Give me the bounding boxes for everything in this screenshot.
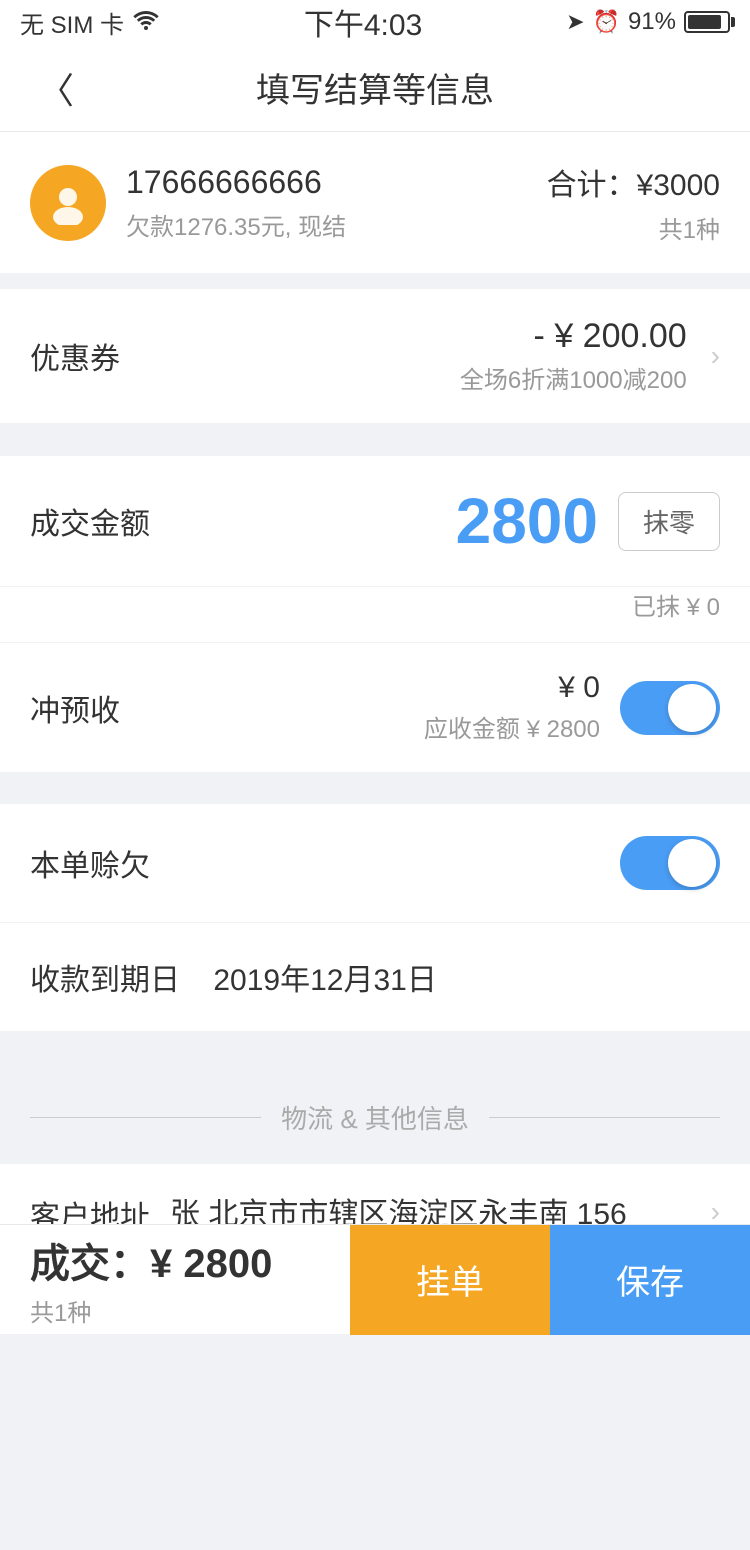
status-left: 无 SIM 卡	[20, 5, 160, 40]
nav-title: 填写结算等信息	[256, 63, 494, 112]
hang-button[interactable]: 挂单	[350, 1225, 550, 1335]
amount-section: 成交金额 2800 抹零 已抹 ¥ 0 冲预收 ¥ 0 应收金额 ¥ 2800	[0, 456, 750, 772]
bottom-summary: 成交：¥ 2800 共1种	[0, 1231, 350, 1328]
advance-toggle[interactable]	[620, 681, 720, 735]
advance-val-wrap: ¥ 0 应收金额 ¥ 2800	[424, 671, 600, 744]
advance-value: ¥ 0	[424, 671, 600, 705]
line-left	[30, 1117, 261, 1118]
divider-1	[0, 424, 750, 440]
advance-right: ¥ 0 应收金额 ¥ 2800	[424, 671, 720, 744]
advance-sub: 应收金额 ¥ 2800	[424, 709, 600, 744]
back-button[interactable]: 〈	[28, 52, 84, 124]
battery-icon	[684, 11, 730, 33]
logistics-header: 物流 & 其他信息	[0, 1071, 750, 1164]
advance-label: 冲预收	[30, 686, 120, 730]
carrier-label: 无 SIM 卡	[20, 5, 124, 40]
advance-row: 冲预收 ¥ 0 应收金额 ¥ 2800	[0, 642, 750, 772]
location-icon: ➤	[566, 9, 584, 35]
customer-debt: 欠款1276.35元, 现结	[126, 207, 346, 242]
bottom-amount-value: ¥ 2800	[150, 1242, 272, 1286]
content: 17666666666 欠款1276.35元, 现结 合计：¥3000 共1种 …	[0, 132, 750, 1550]
debt-section: 本单赊欠	[0, 804, 750, 922]
status-bar: 无 SIM 卡 下午4:03 ➤ ⏰ 91%	[0, 0, 750, 44]
avatar	[30, 165, 106, 241]
bottom-count: 共1种	[30, 1293, 320, 1328]
amount-value: 2800	[456, 484, 598, 558]
customer-totals: 合计：¥3000 共1种	[547, 160, 720, 245]
nav-bar: 〈 填写结算等信息	[0, 44, 750, 132]
amount-row: 成交金额 2800 抹零	[0, 456, 750, 587]
bottom-amount: 成交：¥ 2800	[30, 1231, 320, 1289]
coupon-label: 优惠券	[30, 334, 120, 378]
total-amount: 合计：¥3000	[547, 160, 720, 204]
logistics-title: 物流 & 其他信息	[281, 1099, 469, 1136]
total-count: 共1种	[547, 210, 720, 245]
divider-2	[0, 772, 750, 788]
coupon-desc: 全场6折满1000减200	[460, 360, 687, 395]
bottom-amount-label: 成交：	[30, 1242, 150, 1286]
alarm-icon: ⏰	[593, 9, 620, 35]
amount-sub: 已抹 ¥ 0	[632, 594, 720, 621]
customer-left: 17666666666 欠款1276.35元, 现结	[30, 164, 346, 242]
amount-right: 2800 抹零	[456, 484, 720, 558]
save-button[interactable]: 保存	[550, 1225, 750, 1335]
due-date-value: 2019年12月31日	[213, 964, 436, 997]
toggle-knob	[668, 684, 716, 732]
coupon-discount: - ¥ 200.00	[460, 317, 687, 356]
due-date-label: 收款到期日	[30, 964, 180, 997]
battery-label: 91%	[628, 8, 676, 36]
bottom-bar: 成交：¥ 2800 共1种 挂单 保存	[0, 1224, 750, 1334]
round-button[interactable]: 抹零	[618, 492, 720, 551]
coupon-right: - ¥ 200.00 全场6折满1000减200 ›	[460, 317, 720, 395]
customer-card: 17666666666 欠款1276.35元, 现结 合计：¥3000 共1种	[0, 132, 750, 273]
chevron-right-icon: ›	[711, 340, 720, 372]
due-date-section: 收款到期日 2019年12月31日	[0, 922, 750, 1031]
coupon-value-wrap: - ¥ 200.00 全场6折满1000减200	[460, 317, 687, 395]
status-right: ➤ ⏰ 91%	[566, 8, 730, 36]
wifi-icon	[132, 8, 160, 37]
divider-3	[0, 1031, 750, 1055]
debt-toggle[interactable]	[620, 836, 720, 890]
customer-info: 17666666666 欠款1276.35元, 现结	[126, 164, 346, 242]
line-right	[489, 1117, 720, 1118]
toggle-knob-2	[668, 839, 716, 887]
debt-label: 本单赊欠	[30, 841, 150, 885]
customer-phone: 17666666666	[126, 164, 346, 201]
amount-label: 成交金额	[30, 499, 150, 543]
coupon-row[interactable]: 优惠券 - ¥ 200.00 全场6折满1000减200 ›	[0, 289, 750, 424]
due-date-text: 收款到期日 2019年12月31日	[30, 964, 437, 997]
status-time: 下午4:03	[304, 0, 422, 44]
